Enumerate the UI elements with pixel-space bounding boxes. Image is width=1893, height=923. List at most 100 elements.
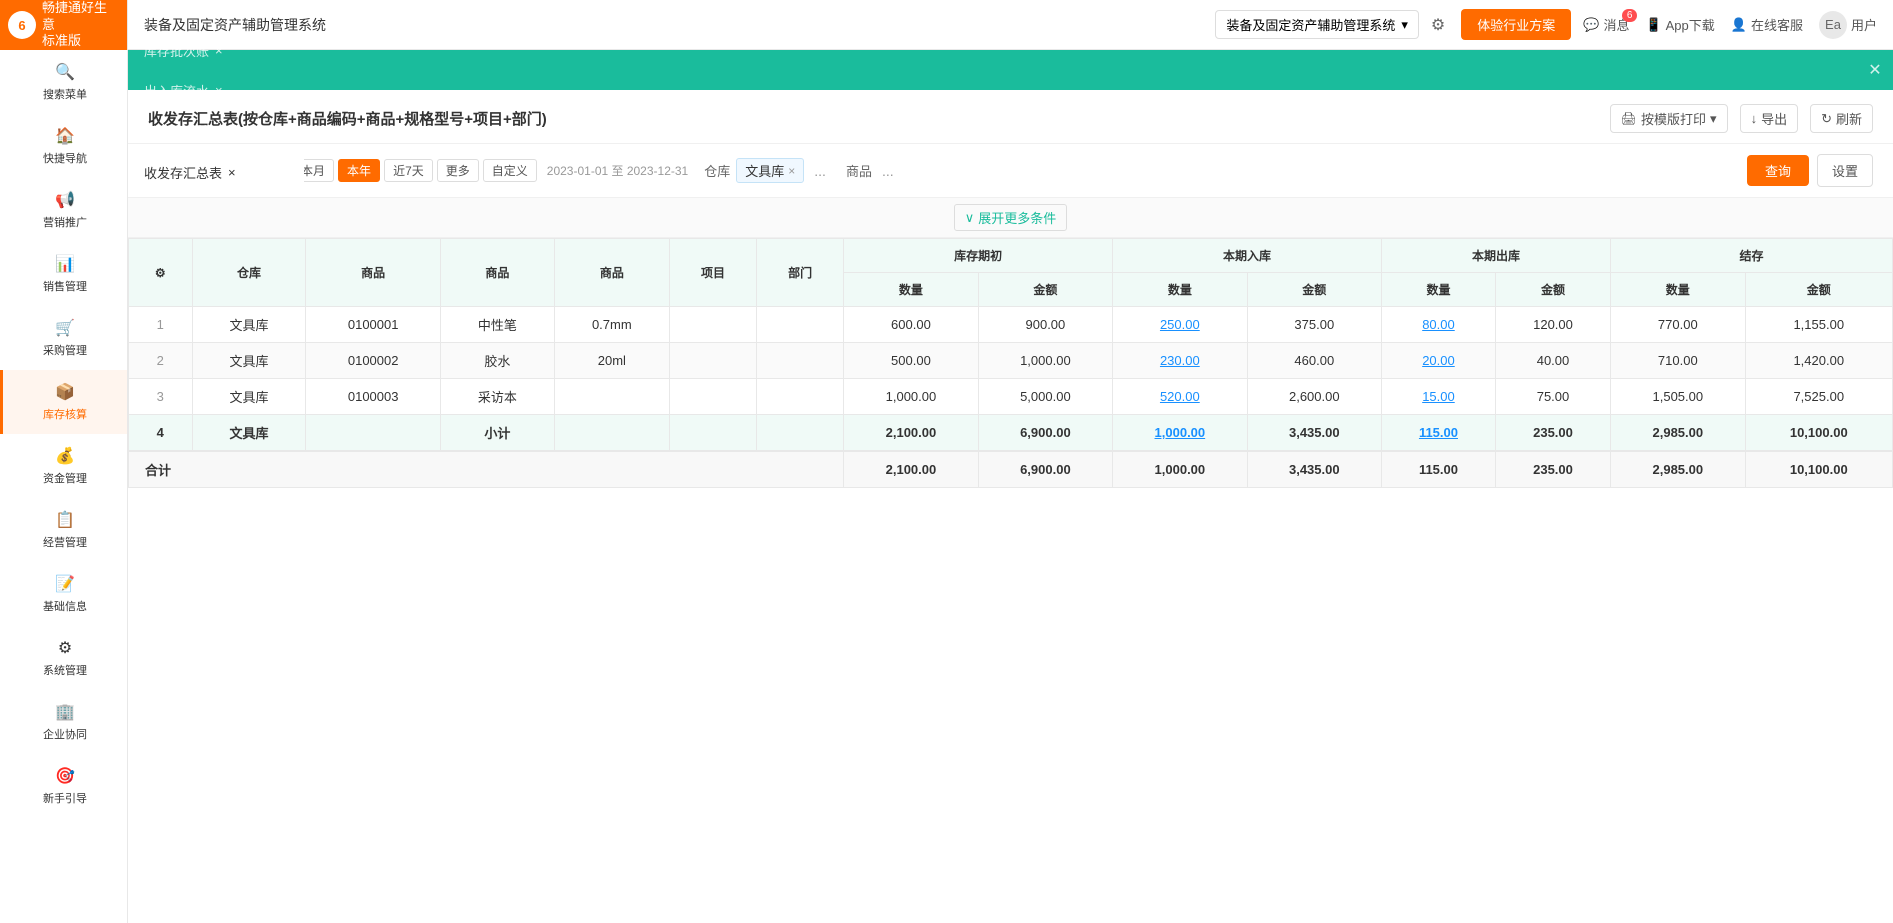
row-bal-amt: 7,525.00 [1745, 379, 1892, 415]
row-out-amt: 40.00 [1495, 343, 1610, 379]
search-icon: 🔍 [55, 62, 75, 82]
settings-icon[interactable]: ⚙ [1431, 15, 1445, 35]
tab-close-btn[interactable]: × [280, 4, 288, 17]
base-info-icon: 📝 [55, 574, 75, 594]
row-warehouse: 文具库 [192, 415, 306, 452]
tab-close-btn[interactable]: × [215, 44, 223, 57]
row-in-qty[interactable]: 230.00 [1113, 343, 1247, 379]
sidebar-item-purchase[interactable]: 🛒采购管理 [0, 306, 127, 370]
sidebar-item-enterprise[interactable]: 🏢企业协同 [0, 690, 127, 754]
date-btn-近7天[interactable]: 近7天 [384, 159, 433, 182]
row-in-qty[interactable]: 1,000.00 [1113, 415, 1247, 452]
export-icon: ↓ [1751, 111, 1758, 126]
user-btn[interactable]: Ea 用户 [1819, 11, 1877, 39]
row-in-amt: 460.00 [1247, 343, 1381, 379]
filter-bar: ▶ 记账日期 上月本月本年近7天更多自定义 2023-01-01 至 2023-… [128, 144, 1893, 198]
setup-btn[interactable]: 设置 [1817, 154, 1873, 187]
row-open-qty: 600.00 [844, 307, 978, 343]
tab-bar: 首页现存量（库存分布表）×库存批次账×出入库流水×出入库汇总×收发存汇总表× ✕ [128, 50, 1893, 90]
sidebar-item-marketing[interactable]: 📢营销推广 [0, 178, 127, 242]
print-icon: 🖨 [1621, 111, 1638, 127]
sidebar-item-quick-nav[interactable]: 🏠快捷导航 [0, 114, 127, 178]
row-open-amt: 6,900.00 [978, 415, 1112, 452]
sidebar-item-inventory[interactable]: 📦库存核算 [0, 370, 127, 434]
expand-more-btn[interactable]: ∨ 展开更多条件 [954, 204, 1068, 231]
query-btn[interactable]: 查询 [1747, 155, 1809, 186]
enterprise-icon: 🏢 [55, 702, 75, 722]
goods-more-dots[interactable]: ... [878, 163, 898, 179]
date-btn-自定义[interactable]: 自定义 [483, 159, 537, 182]
sidebar-item-base-info[interactable]: 📝基础信息 [0, 562, 127, 626]
sidebar-item-newbie[interactable]: 🎯新手引导 [0, 754, 127, 818]
topbar-actions: 💬 消息 6 📱 App下载 👤 在线客服 Ea 用户 [1583, 11, 1877, 39]
row-num: 4 [129, 415, 193, 452]
warehouse-label: 仓库 [704, 161, 730, 180]
tab-label: 出入库流水 [144, 81, 209, 100]
sidebar-item-system[interactable]: ⚙系统管理 [0, 626, 127, 690]
row-in-qty[interactable]: 250.00 [1113, 307, 1247, 343]
row-bal-amt: 10,100.00 [1745, 415, 1892, 452]
tab-close-btn[interactable]: × [215, 84, 223, 97]
row-spec: 20ml [554, 343, 669, 379]
col-spec: 商品 [554, 239, 669, 307]
sidebar-item-finance[interactable]: 💰资金管理 [0, 434, 127, 498]
page-container: 收发存汇总表(按仓库+商品编码+商品+规格型号+项目+部门) 🖨 按模版打印 ▾… [128, 90, 1893, 923]
tab-close-btn[interactable]: × [228, 166, 236, 179]
warehouse-tag[interactable]: 文具库 × [736, 158, 804, 183]
message-btn[interactable]: 💬 消息 6 [1583, 15, 1629, 34]
refresh-btn[interactable]: ↻ 刷新 [1810, 104, 1873, 133]
row-out-qty[interactable]: 20.00 [1382, 343, 1496, 379]
close-tab-area[interactable]: ✕ [1857, 50, 1893, 90]
sidebar-item-sales[interactable]: 📊销售管理 [0, 242, 127, 306]
date-btn-本年[interactable]: 本年 [338, 159, 380, 182]
phone-icon: 📱 [1645, 17, 1661, 33]
service-icon: 👤 [1731, 17, 1747, 33]
footer-bal-amt: 10,100.00 [1745, 451, 1892, 488]
tab-label: 现存量（库存分布表） [144, 1, 274, 20]
system-selector[interactable]: 装备及固定资产辅助管理系统 ▾ [1215, 10, 1419, 39]
purchase-icon: 🛒 [55, 318, 75, 338]
col-settings[interactable]: ⚙ [129, 239, 193, 307]
sales-icon: 📊 [55, 254, 75, 274]
row-department [757, 415, 844, 452]
row-in-amt: 3,435.00 [1247, 415, 1381, 452]
tab-inout-flow[interactable]: 出入库流水 × [128, 70, 304, 110]
system-icon: ⚙ [58, 638, 72, 658]
row-out-qty[interactable]: 80.00 [1382, 307, 1496, 343]
row-num: 3 [129, 379, 193, 415]
col-open-amt: 金额 [978, 273, 1112, 307]
marketing-icon: 📢 [55, 190, 75, 210]
row-out-qty[interactable]: 115.00 [1382, 415, 1496, 452]
footer-open-amt: 6,900.00 [978, 451, 1112, 488]
tab-stock-summary[interactable]: 收发存汇总表× [128, 154, 304, 190]
tab-close-btn[interactable]: × [215, 124, 223, 137]
app-name: 畅捷通好生意 标准版 [42, 0, 119, 50]
row-bal-qty: 770.00 [1611, 307, 1745, 343]
row-bal-qty: 1,505.00 [1611, 379, 1745, 415]
tab-batch-ledger[interactable]: 库存批次账× [128, 30, 304, 70]
col-project: 项目 [669, 239, 756, 307]
row-open-qty: 2,100.00 [844, 415, 978, 452]
page-header-actions: 🖨 按模版打印 ▾ ↓ 导出 ↻ 刷新 [1610, 104, 1874, 133]
warehouse-tag-close[interactable]: × [788, 164, 795, 178]
date-btn-更多[interactable]: 更多 [437, 159, 479, 182]
table-row: 2文具库0100002胶水20ml500.001,000.00230.00460… [129, 343, 1893, 379]
app-download-btn[interactable]: 📱 App下载 [1645, 15, 1714, 34]
row-department [757, 379, 844, 415]
user-avatar: Ea [1819, 11, 1847, 39]
row-in-qty[interactable]: 520.00 [1113, 379, 1247, 415]
tab-inventory-dist[interactable]: 现存量（库存分布表） × [128, 0, 304, 30]
experience-btn[interactable]: 体验行业方案 [1461, 9, 1571, 40]
export-btn[interactable]: ↓ 导出 [1740, 104, 1799, 133]
row-bal-qty: 710.00 [1611, 343, 1745, 379]
warehouse-more-dots[interactable]: ... [810, 163, 830, 179]
sidebar-item-search[interactable]: 🔍搜索菜单 [0, 50, 127, 114]
online-service-btn[interactable]: 👤 在线客服 [1731, 15, 1803, 34]
tab-inout-summary[interactable]: 出入库汇总× [128, 110, 304, 150]
row-out-qty[interactable]: 15.00 [1382, 379, 1496, 415]
print-btn[interactable]: 🖨 按模版打印 ▾ [1610, 104, 1728, 133]
sidebar-item-operations[interactable]: 📋经营管理 [0, 498, 127, 562]
logo-icon: 6 [8, 11, 36, 39]
row-project [669, 379, 756, 415]
row-in-amt: 375.00 [1247, 307, 1381, 343]
